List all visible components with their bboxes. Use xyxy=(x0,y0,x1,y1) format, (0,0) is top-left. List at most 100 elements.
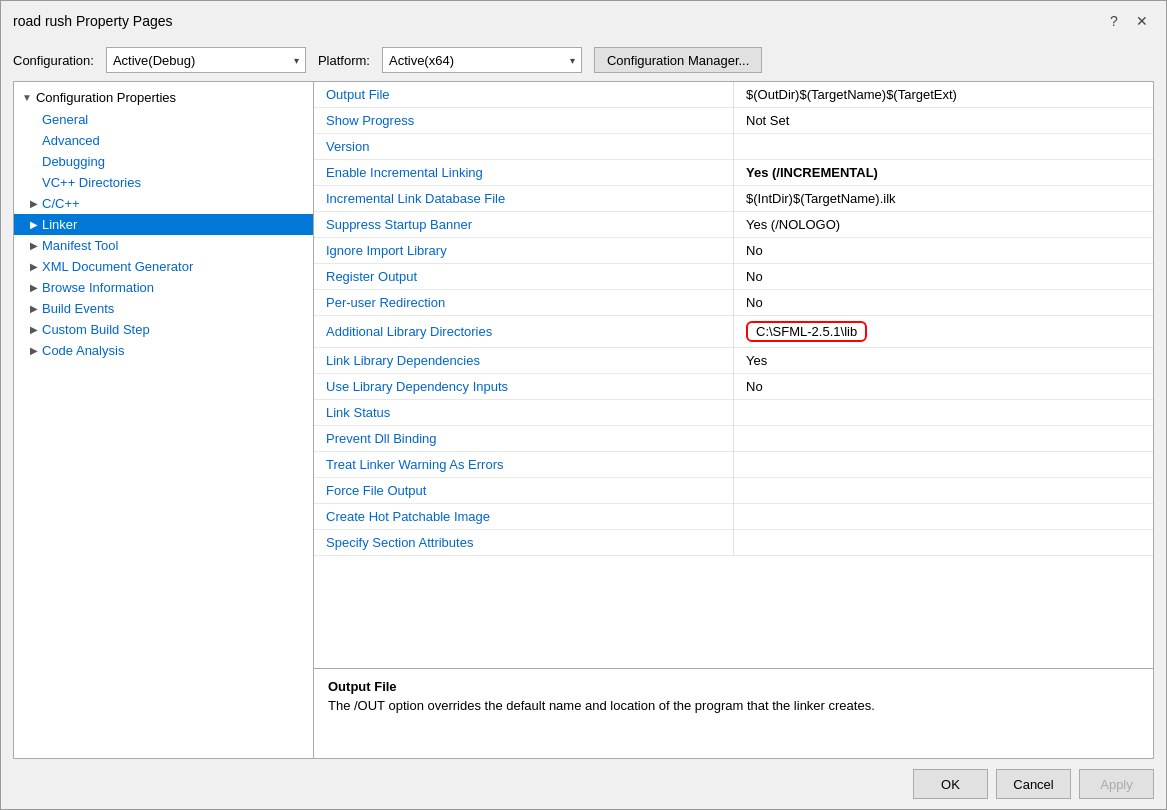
sidebar-item-debugging[interactable]: Debugging xyxy=(14,151,313,172)
expand-icon: ▶ xyxy=(30,261,38,272)
table-row[interactable]: Prevent Dll Binding xyxy=(314,426,1153,452)
configuration-value: Active(Debug) xyxy=(113,53,290,68)
expand-icon: ▶ xyxy=(30,324,38,335)
sidebar-item-vc-dirs[interactable]: VC++ Directories xyxy=(14,172,313,193)
sidebar-item-linker-label: Linker xyxy=(42,217,77,232)
sidebar-item-browse-info-label: Browse Information xyxy=(42,280,154,295)
property-value: Yes (/NOLOGO) xyxy=(734,212,1154,238)
sidebar-item-code-analysis[interactable]: ▶ Code Analysis xyxy=(14,340,313,361)
property-pages-dialog: road rush Property Pages ? ✕ Configurati… xyxy=(0,0,1167,810)
ok-button[interactable]: OK xyxy=(913,769,988,799)
property-name: Ignore Import Library xyxy=(314,238,734,264)
property-name: Use Library Dependency Inputs xyxy=(314,374,734,400)
property-value xyxy=(734,452,1154,478)
table-row[interactable]: Register OutputNo xyxy=(314,264,1153,290)
tree-root: ▼ Configuration Properties xyxy=(14,86,313,109)
platform-value: Active(x64) xyxy=(389,53,566,68)
expand-icon: ▶ xyxy=(30,240,38,251)
property-name: Prevent Dll Binding xyxy=(314,426,734,452)
expand-icon: ▶ xyxy=(30,345,38,356)
table-row[interactable]: Enable Incremental LinkingYes (/INCREMEN… xyxy=(314,160,1153,186)
sidebar-item-custom-build-label: Custom Build Step xyxy=(42,322,150,337)
apply-button[interactable]: Apply xyxy=(1079,769,1154,799)
platform-dropdown[interactable]: Active(x64) ▾ xyxy=(382,47,582,73)
table-row[interactable]: Additional Library DirectoriesC:\SFML-2.… xyxy=(314,316,1153,348)
property-name: Output File xyxy=(314,82,734,108)
chevron-down-icon: ▾ xyxy=(570,55,575,66)
property-name: Incremental Link Database File xyxy=(314,186,734,212)
table-row[interactable]: Specify Section Attributes xyxy=(314,530,1153,556)
table-row[interactable]: Incremental Link Database File$(IntDir)$… xyxy=(314,186,1153,212)
property-name: Suppress Startup Banner xyxy=(314,212,734,238)
property-name: Additional Library Directories xyxy=(314,316,734,348)
info-description: The /OUT option overrides the default na… xyxy=(328,698,1139,713)
sidebar-item-manifest-tool[interactable]: ▶ Manifest Tool xyxy=(14,235,313,256)
property-name: Enable Incremental Linking xyxy=(314,160,734,186)
sidebar-item-manifest-tool-label: Manifest Tool xyxy=(42,238,118,253)
table-row[interactable]: Treat Linker Warning As Errors xyxy=(314,452,1153,478)
sidebar-item-cpp[interactable]: ▶ C/C++ xyxy=(14,193,313,214)
property-name: Link Status xyxy=(314,400,734,426)
table-row[interactable]: Link Status xyxy=(314,400,1153,426)
sidebar-item-linker[interactable]: ▶ Linker xyxy=(14,214,313,235)
expand-icon: ▶ xyxy=(30,219,38,230)
sidebar-item-custom-build[interactable]: ▶ Custom Build Step xyxy=(14,319,313,340)
sidebar-item-build-events-label: Build Events xyxy=(42,301,114,316)
title-bar-buttons: ? ✕ xyxy=(1102,9,1154,33)
property-name: Link Library Dependencies xyxy=(314,348,734,374)
sidebar-item-advanced[interactable]: Advanced xyxy=(14,130,313,151)
property-name: Treat Linker Warning As Errors xyxy=(314,452,734,478)
chevron-down-icon: ▾ xyxy=(294,55,299,66)
property-value xyxy=(734,478,1154,504)
property-name: Version xyxy=(314,134,734,160)
property-value: No xyxy=(734,290,1154,316)
config-bar: Configuration: Active(Debug) ▾ Platform:… xyxy=(1,39,1166,81)
collapse-icon: ▼ xyxy=(22,92,32,103)
property-value: No xyxy=(734,374,1154,400)
footer: OK Cancel Apply xyxy=(1,759,1166,809)
table-row[interactable]: Use Library Dependency InputsNo xyxy=(314,374,1153,400)
sidebar-item-code-analysis-label: Code Analysis xyxy=(42,343,124,358)
expand-icon: ▶ xyxy=(30,198,38,209)
platform-label: Platform: xyxy=(318,53,370,68)
config-label: Configuration: xyxy=(13,53,94,68)
tree-panel: ▼ Configuration Properties General Advan… xyxy=(14,82,314,758)
table-row[interactable]: Show ProgressNot Set xyxy=(314,108,1153,134)
table-row[interactable]: Link Library DependenciesYes xyxy=(314,348,1153,374)
table-row[interactable]: Output File$(OutDir)$(TargetName)$(Targe… xyxy=(314,82,1153,108)
property-value: Yes xyxy=(734,348,1154,374)
info-panel: Output File The /OUT option overrides th… xyxy=(314,668,1153,758)
expand-icon: ▶ xyxy=(30,282,38,293)
property-value xyxy=(734,504,1154,530)
dialog-title: road rush Property Pages xyxy=(13,13,173,29)
properties-grid: Output File$(OutDir)$(TargetName)$(Targe… xyxy=(314,82,1153,556)
table-row[interactable]: Create Hot Patchable Image xyxy=(314,504,1153,530)
table-row[interactable]: Version xyxy=(314,134,1153,160)
cancel-button[interactable]: Cancel xyxy=(996,769,1071,799)
table-row[interactable]: Ignore Import LibraryNo xyxy=(314,238,1153,264)
property-name: Register Output xyxy=(314,264,734,290)
property-name: Create Hot Patchable Image xyxy=(314,504,734,530)
sidebar-item-general[interactable]: General xyxy=(14,109,313,130)
property-value: $(IntDir)$(TargetName).ilk xyxy=(734,186,1154,212)
sidebar-item-xml-doc[interactable]: ▶ XML Document Generator xyxy=(14,256,313,277)
table-row[interactable]: Suppress Startup BannerYes (/NOLOGO) xyxy=(314,212,1153,238)
tree-root-label: Configuration Properties xyxy=(36,90,176,105)
expand-icon: ▶ xyxy=(30,303,38,314)
property-value: Yes (/INCREMENTAL) xyxy=(734,160,1154,186)
config-manager-button[interactable]: Configuration Manager... xyxy=(594,47,762,73)
close-button[interactable]: ✕ xyxy=(1130,9,1154,33)
title-bar: road rush Property Pages ? ✕ xyxy=(1,1,1166,39)
sidebar-item-browse-info[interactable]: ▶ Browse Information xyxy=(14,277,313,298)
property-value: C:\SFML-2.5.1\lib xyxy=(734,316,1154,348)
property-value: No xyxy=(734,238,1154,264)
property-value: No xyxy=(734,264,1154,290)
configuration-dropdown[interactable]: Active(Debug) ▾ xyxy=(106,47,306,73)
property-value: Not Set xyxy=(734,108,1154,134)
help-button[interactable]: ? xyxy=(1102,9,1126,33)
sidebar-item-xml-doc-label: XML Document Generator xyxy=(42,259,193,274)
sidebar-item-build-events[interactable]: ▶ Build Events xyxy=(14,298,313,319)
table-row[interactable]: Per-user RedirectionNo xyxy=(314,290,1153,316)
table-row[interactable]: Force File Output xyxy=(314,478,1153,504)
property-name: Specify Section Attributes xyxy=(314,530,734,556)
